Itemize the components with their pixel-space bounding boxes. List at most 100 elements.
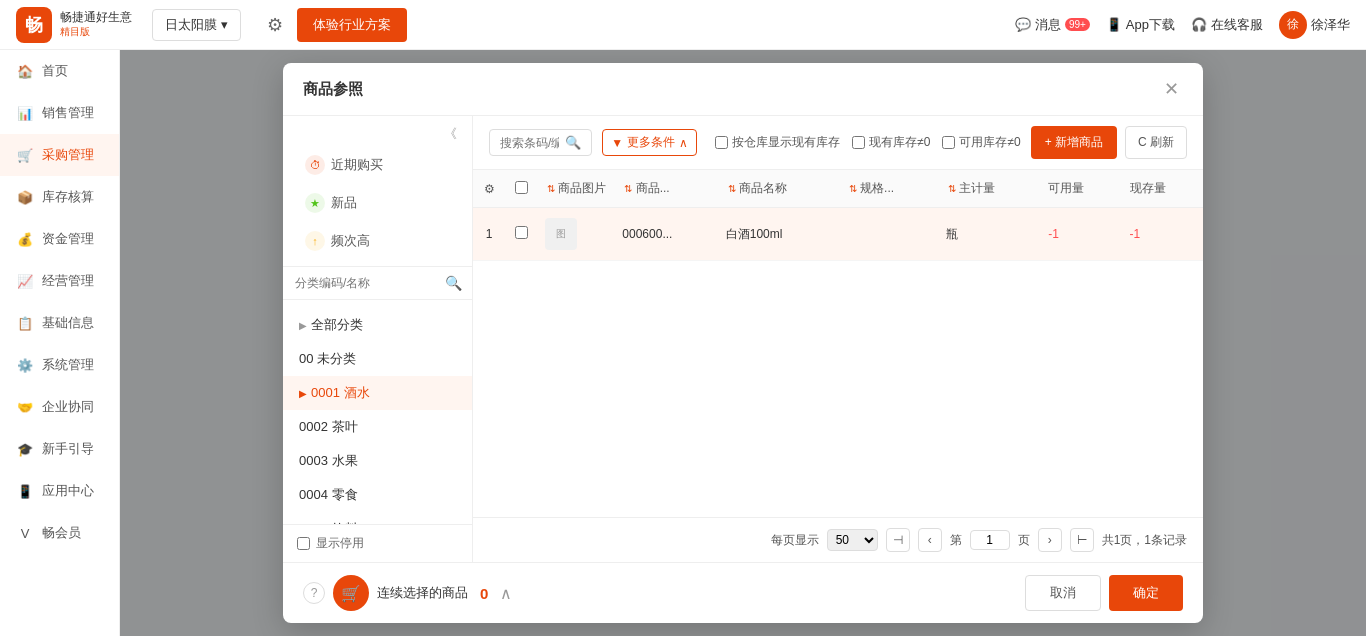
sidebar-item-member[interactable]: V 畅会员 [0,512,119,554]
available-nonzero-checkbox[interactable] [942,136,955,149]
check-available-nonzero[interactable]: 可用库存≠0 [942,134,1020,151]
online-service-button[interactable]: 🎧 在线客服 [1191,16,1263,34]
th-settings: ⚙ [473,170,505,208]
cart-button[interactable]: 🛒 [333,575,369,611]
collab-icon: 🤝 [16,398,34,416]
category-list: ▶ 全部分类 00 未分类 ▶ 0001 酒水 0002 茶 [283,300,472,524]
message-badge: 99+ [1065,18,1090,31]
category-item-0003[interactable]: 0003 水果 [283,444,472,478]
recent-icon: ⏱ [305,155,325,175]
row-image: 图 [537,208,614,261]
check-stock-nonzero[interactable]: 现有库存≠0 [852,134,930,151]
category-item-all[interactable]: ▶ 全部分类 [283,308,472,342]
sort-icon-spec: ⇅ [849,183,857,194]
sidebar-item-home[interactable]: 🏠 首页 [0,50,119,92]
purchase-icon: 🛒 [16,146,34,164]
member-icon: V [16,524,34,542]
search-icon[interactable]: 🔍 [565,135,581,150]
top-nav: 畅 畅捷通好生意 精目版 日太阳膜 ▾ ⚙ 体验行业方案 💬 消息 99+ 📱 … [0,0,1366,50]
dialog-title: 商品参照 [303,80,363,99]
finance-icon: 💰 [16,230,34,248]
warehouse-checkbox[interactable] [715,136,728,149]
operation-icon: 📈 [16,272,34,290]
prev-page-button[interactable]: ‹ [918,528,942,552]
th-image: ⇅ 商品图片 [537,170,614,208]
category-search-input[interactable] [295,276,445,290]
new-icon: ★ [305,193,325,213]
cancel-button[interactable]: 取消 [1025,575,1101,611]
th-code: ⇅ 商品... [614,170,717,208]
category-item-00[interactable]: 00 未分类 [283,342,472,376]
row-available: -1 [1040,208,1121,261]
message-icon: 💬 [1015,17,1031,32]
inventory-icon: 📦 [16,188,34,206]
sidebar-item-finance[interactable]: 💰 资金管理 [0,218,119,260]
shop-selector[interactable]: 日太阳膜 ▾ [152,9,241,41]
main-area: 商品参照 ✕ 《 ⏱ 近期购买 [120,50,1366,636]
dialog-footer: ? 🛒 连续选择的商品 0 ∧ 取消 确定 [283,562,1203,623]
category-item-0001[interactable]: ▶ 0001 酒水 [283,376,472,410]
sidebar-item-guide[interactable]: 🎓 新手引导 [0,428,119,470]
display-disabled-checkbox[interactable] [297,537,310,550]
confirm-button[interactable]: 确定 [1109,575,1183,611]
experience-button[interactable]: 体验行业方案 [297,8,407,42]
sidebar-item-operation[interactable]: 📈 经营管理 [0,260,119,302]
row-unit: 瓶 [938,208,1040,261]
messages-button[interactable]: 💬 消息 99+ [1015,16,1090,34]
sidebar-item-apps[interactable]: 📱 应用中心 [0,470,119,512]
recent-purchase-item[interactable]: ⏱ 近期购买 [295,148,460,182]
sidebar-item-inventory[interactable]: 📦 库存核算 [0,176,119,218]
stock-nonzero-checkbox[interactable] [852,136,865,149]
sort-icon-code: ⇅ [624,183,632,194]
basic-icon: 📋 [16,314,34,332]
chevron-up-icon: ∧ [679,136,688,150]
sales-icon: 📊 [16,104,34,122]
row-stock: -1 [1122,208,1203,261]
display-disabled-row: 显示停用 [283,524,472,562]
sidebar-item-system[interactable]: ⚙️ 系统管理 [0,344,119,386]
category-item-0002[interactable]: 0002 茶叶 [283,410,472,444]
sidebar-item-sales[interactable]: 📊 销售管理 [0,92,119,134]
help-button[interactable]: ? [303,582,325,604]
category-item-0004[interactable]: 0004 零食 [283,478,472,512]
frequent-item[interactable]: ↑ 频次高 [295,224,460,258]
new-product-item[interactable]: ★ 新品 [295,186,460,220]
footer-collapse-button[interactable]: ∧ [500,584,512,603]
collapse-panel-button[interactable]: 《 [440,124,460,144]
settings-icon[interactable]: ⚙ [261,11,289,39]
table-row[interactable]: 1 图 000600... 白酒100ml [473,208,1203,261]
footer-right: 取消 确定 [1025,575,1183,611]
refresh-button[interactable]: C 刷新 [1125,126,1187,159]
product-table: ⚙ ⇅ 商品图片 [473,170,1203,261]
sidebar-item-purchase[interactable]: 🛒 采购管理 [0,134,119,176]
table-header-row: ⚙ ⇅ 商品图片 [473,170,1203,208]
add-product-button[interactable]: + 新增商品 [1031,126,1117,159]
th-name: ⇅ 商品名称 [718,170,839,208]
first-page-button[interactable]: ⊣ [886,528,910,552]
per-page-select[interactable]: 50 100 [827,529,878,551]
sidebar-item-basic[interactable]: 📋 基础信息 [0,302,119,344]
last-page-button[interactable]: ⊢ [1070,528,1094,552]
checkbox-group: 按仓库显示现有库存 现有库存≠0 可用库存≠0 [715,134,1021,151]
next-page-button[interactable]: › [1038,528,1062,552]
th-check [505,170,537,208]
sidebar-item-collab[interactable]: 🤝 企业协同 [0,386,119,428]
th-unit: ⇅ 主计量 [938,170,1040,208]
user-menu[interactable]: 徐 徐泽华 [1279,11,1350,39]
page-input[interactable] [970,530,1010,550]
more-filter-button[interactable]: ▼ 更多条件 ∧ [602,129,697,156]
check-warehouse[interactable]: 按仓库显示现有库存 [715,134,840,151]
product-search-input[interactable] [500,136,559,150]
select-all-checkbox[interactable] [515,181,528,194]
search-icon[interactable]: 🔍 [445,275,462,291]
app-download-button[interactable]: 📱 App下载 [1106,16,1175,34]
sort-icon-unit: ⇅ [948,183,956,194]
dialog-body: 《 ⏱ 近期购买 ★ 新品 ↑ [283,116,1203,562]
sort-icon-name: ⇅ [728,183,736,194]
category-item-0005[interactable]: 0005 饮料 [283,512,472,524]
row-checkbox[interactable] [515,226,528,239]
row-index: 1 [473,208,505,261]
column-settings-icon[interactable]: ⚙ [484,182,495,196]
close-button[interactable]: ✕ [1159,77,1183,101]
product-table-wrap: ⚙ ⇅ 商品图片 [473,170,1203,517]
